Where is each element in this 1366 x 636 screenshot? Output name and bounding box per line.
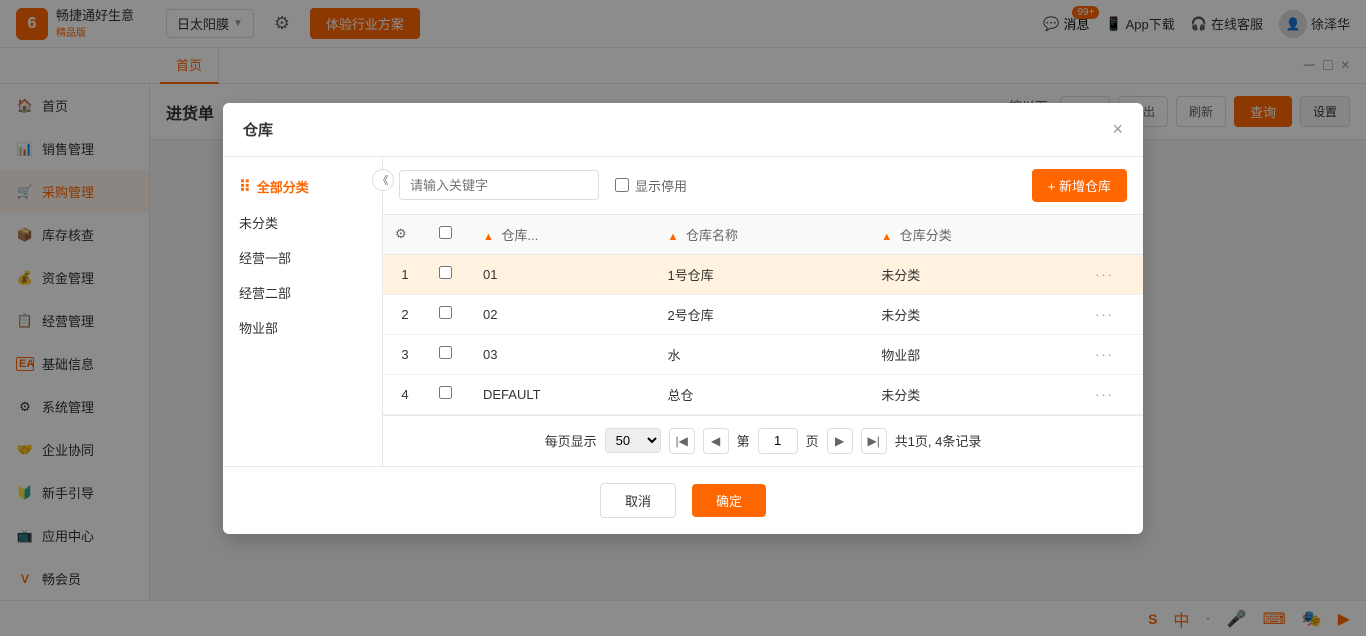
row-checkbox-1[interactable] (439, 266, 452, 279)
row-cat-2: 未分类 (869, 294, 1083, 334)
row-checkbox-4[interactable] (439, 386, 452, 399)
th-category: ▲ 仓库分类 (869, 215, 1083, 255)
table-toolbar: 🔍 显示停用 + 新增仓库 (383, 157, 1143, 215)
row-index-2: 2 (383, 294, 427, 334)
category-property[interactable]: 物业部 (223, 310, 382, 345)
table-wrapper: ⚙ ▲ 仓库... ▲ (383, 215, 1143, 415)
table-row[interactable]: 3 03 水 物业部 ··· (383, 334, 1143, 374)
category-all[interactable]: ⠿ 全部分类 (223, 169, 382, 205)
cancel-btn[interactable]: 取消 (600, 483, 676, 518)
row-code-3: 03 (471, 334, 655, 374)
sort-icon: ▲ (483, 231, 494, 243)
row-code-4: DEFAULT (471, 374, 655, 414)
last-page-btn[interactable]: ▶| (861, 428, 887, 454)
row-cat-4: 未分类 (869, 374, 1083, 414)
sort-icon-cat: ▲ (881, 231, 892, 243)
category-panel: 《 ⠿ 全部分类 未分类 经营一部 经营二部 物业部 (223, 157, 383, 466)
th-action (1083, 215, 1143, 255)
row-checkbox-3[interactable] (439, 346, 452, 359)
row-cat-3: 物业部 (869, 334, 1083, 374)
settings-gear-icon[interactable]: ⚙ (395, 226, 407, 241)
th-name: ▲ 仓库名称 (655, 215, 869, 255)
category-unclassified[interactable]: 未分类 (223, 205, 382, 240)
row-name-1: 1号仓库 (655, 254, 869, 294)
row-checkbox-2[interactable] (439, 306, 452, 319)
modal-body: 《 ⠿ 全部分类 未分类 经营一部 经营二部 物业部 🔍 (223, 157, 1143, 466)
grid-icon: ⠿ (239, 177, 251, 197)
first-page-btn[interactable]: |◀ (669, 428, 695, 454)
row-index-4: 4 (383, 374, 427, 414)
table-panel: 🔍 显示停用 + 新增仓库 (383, 157, 1143, 466)
table-header-row: ⚙ ▲ 仓库... ▲ (383, 215, 1143, 255)
row-action-4: ··· (1083, 374, 1143, 414)
modal-title: 仓库 (243, 119, 273, 140)
modal-overlay: 仓库 × 《 ⠿ 全部分类 未分类 经营一部 经营二部 物业部 (0, 0, 1366, 636)
row-menu-1[interactable]: ··· (1095, 267, 1114, 282)
table-row[interactable]: 1 01 1号仓库 未分类 ··· (383, 254, 1143, 294)
row-menu-3[interactable]: ··· (1095, 347, 1114, 362)
modal-header: 仓库 × (223, 103, 1143, 157)
row-name-3: 水 (655, 334, 869, 374)
row-action-2: ··· (1083, 294, 1143, 334)
row-code-2: 02 (471, 294, 655, 334)
row-cat-1: 未分类 (869, 254, 1083, 294)
prev-page-btn[interactable]: ◀ (703, 428, 729, 454)
search-box: 🔍 (399, 170, 599, 200)
row-index-3: 3 (383, 334, 427, 374)
page-size-select[interactable]: 50 20 100 (605, 428, 661, 453)
table-row[interactable]: 2 02 2号仓库 未分类 ··· (383, 294, 1143, 334)
modal-close-btn[interactable]: × (1112, 120, 1123, 138)
page-input[interactable] (758, 428, 798, 454)
row-menu-4[interactable]: ··· (1095, 387, 1114, 402)
add-warehouse-btn[interactable]: + 新增仓库 (1032, 169, 1127, 202)
disabled-checkbox[interactable] (615, 178, 629, 192)
sort-icon-name: ▲ (667, 231, 678, 243)
th-checkbox (427, 215, 471, 255)
confirm-btn[interactable]: 确定 (692, 484, 766, 517)
search-icon[interactable]: 🔍 (596, 171, 599, 199)
table-row[interactable]: 4 DEFAULT 总仓 未分类 ··· (383, 374, 1143, 414)
warehouse-table: ⚙ ▲ 仓库... ▲ (383, 215, 1143, 415)
show-disabled-toggle[interactable]: 显示停用 (615, 176, 687, 195)
pagination: 每页显示 50 20 100 |◀ ◀ 第 页 ▶ ▶| 共1页, 4条记录 (383, 415, 1143, 466)
row-name-4: 总仓 (655, 374, 869, 414)
row-code-1: 01 (471, 254, 655, 294)
row-name-2: 2号仓库 (655, 294, 869, 334)
modal-footer: 取消 确定 (223, 466, 1143, 534)
category-ops1[interactable]: 经营一部 (223, 240, 382, 275)
row-index-1: 1 (383, 254, 427, 294)
collapse-btn[interactable]: 《 (372, 169, 394, 191)
search-input[interactable] (400, 172, 596, 199)
th-code: ▲ 仓库... (471, 215, 655, 255)
row-menu-2[interactable]: ··· (1095, 307, 1114, 322)
next-page-btn[interactable]: ▶ (827, 428, 853, 454)
th-settings: ⚙ (383, 215, 427, 255)
select-all-checkbox[interactable] (439, 226, 452, 239)
category-ops2[interactable]: 经营二部 (223, 275, 382, 310)
row-action-1: ··· (1083, 254, 1143, 294)
warehouse-modal: 仓库 × 《 ⠿ 全部分类 未分类 经营一部 经营二部 物业部 (223, 103, 1143, 534)
row-action-3: ··· (1083, 334, 1143, 374)
